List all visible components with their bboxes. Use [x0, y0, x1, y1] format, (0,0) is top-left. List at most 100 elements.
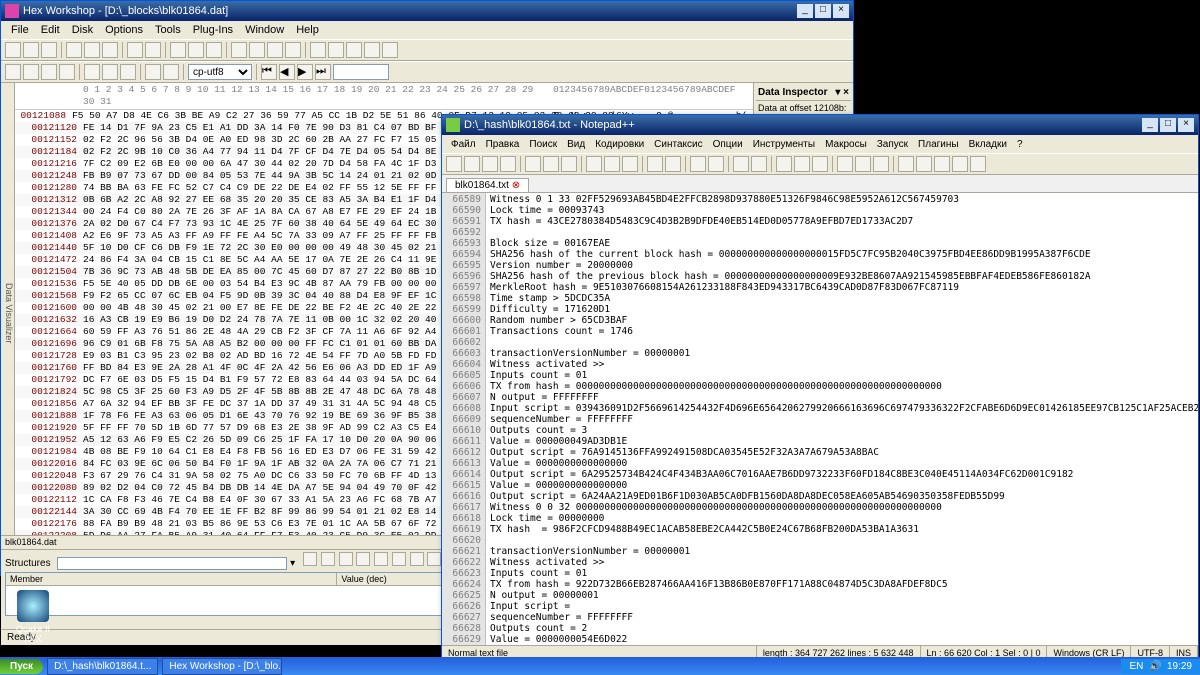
column-header[interactable]: Member [6, 573, 337, 585]
playrec-icon[interactable] [952, 156, 968, 172]
save-icon[interactable] [41, 42, 57, 58]
menu-tools[interactable]: Tools [149, 22, 187, 38]
struct-up-icon[interactable] [339, 552, 353, 566]
cut-icon[interactable] [66, 42, 82, 58]
menu-item[interactable]: Макросы [820, 137, 872, 152]
struct-c-icon[interactable] [410, 552, 424, 566]
menu-item[interactable]: Правка [481, 137, 525, 152]
allchars-icon[interactable] [794, 156, 810, 172]
menubar[interactable]: ФайлПравкаПоискВидКодировкиСинтаксисОпци… [442, 135, 1198, 153]
menu-help[interactable]: Help [290, 22, 325, 38]
folder-icon[interactable] [855, 156, 871, 172]
close-icon[interactable] [525, 156, 541, 172]
find-icon[interactable] [690, 156, 706, 172]
t2e-icon[interactable] [84, 64, 100, 80]
taskbar-item[interactable]: Hex Workshop - [D:\_blo... [162, 658, 282, 675]
undo-icon[interactable] [127, 42, 143, 58]
close-button[interactable]: × [833, 4, 849, 18]
menu-edit[interactable]: Edit [35, 22, 66, 38]
menu-item[interactable]: Файл [446, 137, 481, 152]
play-icon[interactable] [916, 156, 932, 172]
first-icon[interactable]: ⏮ [261, 64, 277, 80]
menu-item[interactable]: Вкладки [964, 137, 1012, 152]
tool2-icon[interactable] [267, 42, 283, 58]
tab-close-icon[interactable]: ⊗ [512, 180, 520, 191]
menu-item[interactable]: Запуск [872, 137, 913, 152]
minimize-button[interactable]: _ [1142, 118, 1158, 132]
bookmark-icon[interactable] [231, 42, 247, 58]
menu-window[interactable]: Window [239, 22, 290, 38]
saveall-icon[interactable] [500, 156, 516, 172]
menubar[interactable]: FileEditDiskOptionsToolsPlug-InsWindowHe… [1, 21, 853, 39]
lang-indicator[interactable]: EN [1129, 661, 1143, 672]
struct-a-icon[interactable] [374, 552, 388, 566]
file-tab[interactable]: blk01864.txt ⊗ [446, 178, 529, 192]
indent-icon[interactable] [812, 156, 828, 172]
new-icon[interactable] [5, 42, 21, 58]
tool3-icon[interactable] [285, 42, 301, 58]
struct-add-icon[interactable] [303, 552, 317, 566]
panel-menu-icon[interactable]: ▾ × [835, 87, 849, 98]
prev-icon[interactable]: ◀ [279, 64, 295, 80]
t2c-icon[interactable] [41, 64, 57, 80]
t2g-icon[interactable] [120, 64, 136, 80]
t2a-icon[interactable] [5, 64, 21, 80]
maximize-button[interactable]: □ [815, 4, 831, 18]
closeall-icon[interactable] [543, 156, 559, 172]
t2h-icon[interactable] [145, 64, 161, 80]
cut-icon[interactable] [586, 156, 602, 172]
goto-icon[interactable] [188, 42, 204, 58]
struct-del-icon[interactable] [321, 552, 335, 566]
copy-icon[interactable] [84, 42, 100, 58]
menu-file[interactable]: File [5, 22, 35, 38]
desktop-shortcut[interactable]: Quake II RTX [6, 590, 60, 644]
menu-item[interactable]: Инструменты [748, 137, 820, 152]
struct-down-icon[interactable] [356, 552, 370, 566]
tool5-icon[interactable] [328, 42, 344, 58]
monitor-icon[interactable] [873, 156, 889, 172]
open-icon[interactable] [464, 156, 480, 172]
stop-icon[interactable] [934, 156, 950, 172]
tool-icon[interactable] [249, 42, 265, 58]
menu-options[interactable]: Options [99, 22, 149, 38]
menu-item[interactable]: Опции [708, 137, 748, 152]
last-icon[interactable]: ⏭ [315, 64, 331, 80]
next-icon[interactable]: ▶ [297, 64, 313, 80]
tool7-icon[interactable] [364, 42, 380, 58]
t2i-icon[interactable] [163, 64, 179, 80]
maximize-button[interactable]: □ [1160, 118, 1176, 132]
t2f-icon[interactable] [102, 64, 118, 80]
start-button[interactable]: Пуск [0, 659, 43, 674]
wordwrap-icon[interactable] [776, 156, 792, 172]
menu-item[interactable]: Плагины [913, 137, 964, 152]
struct-dropdown-icon[interactable]: ▾ [290, 558, 295, 569]
clock[interactable]: 19:29 [1167, 661, 1192, 672]
func-icon[interactable] [837, 156, 853, 172]
find-icon[interactable] [170, 42, 186, 58]
redo-icon[interactable] [145, 42, 161, 58]
record-icon[interactable] [898, 156, 914, 172]
struct-d-icon[interactable] [427, 552, 441, 566]
close-button[interactable]: × [1178, 118, 1194, 132]
saverec-icon[interactable] [970, 156, 986, 172]
menu-item[interactable]: Вид [562, 137, 590, 152]
open-icon[interactable] [23, 42, 39, 58]
menu-item[interactable]: Поиск [524, 137, 562, 152]
struct-b-icon[interactable] [392, 552, 406, 566]
zoomin-icon[interactable] [733, 156, 749, 172]
menu-plug-ins[interactable]: Plug-Ins [187, 22, 239, 38]
paste-icon[interactable] [622, 156, 638, 172]
paste-icon[interactable] [102, 42, 118, 58]
new-icon[interactable] [446, 156, 462, 172]
menu-disk[interactable]: Disk [66, 22, 99, 38]
menu-item[interactable]: Кодировки [590, 137, 649, 152]
replace-icon[interactable] [206, 42, 222, 58]
document-tab[interactable]: blk01864.dat [5, 537, 57, 547]
tool4-icon[interactable] [310, 42, 326, 58]
print-icon[interactable] [561, 156, 577, 172]
structures-combo[interactable] [57, 557, 287, 570]
t2b-icon[interactable] [23, 64, 39, 80]
system-tray[interactable]: EN 🔊 19:29 [1121, 659, 1200, 674]
save-icon[interactable] [482, 156, 498, 172]
zoomout-icon[interactable] [751, 156, 767, 172]
